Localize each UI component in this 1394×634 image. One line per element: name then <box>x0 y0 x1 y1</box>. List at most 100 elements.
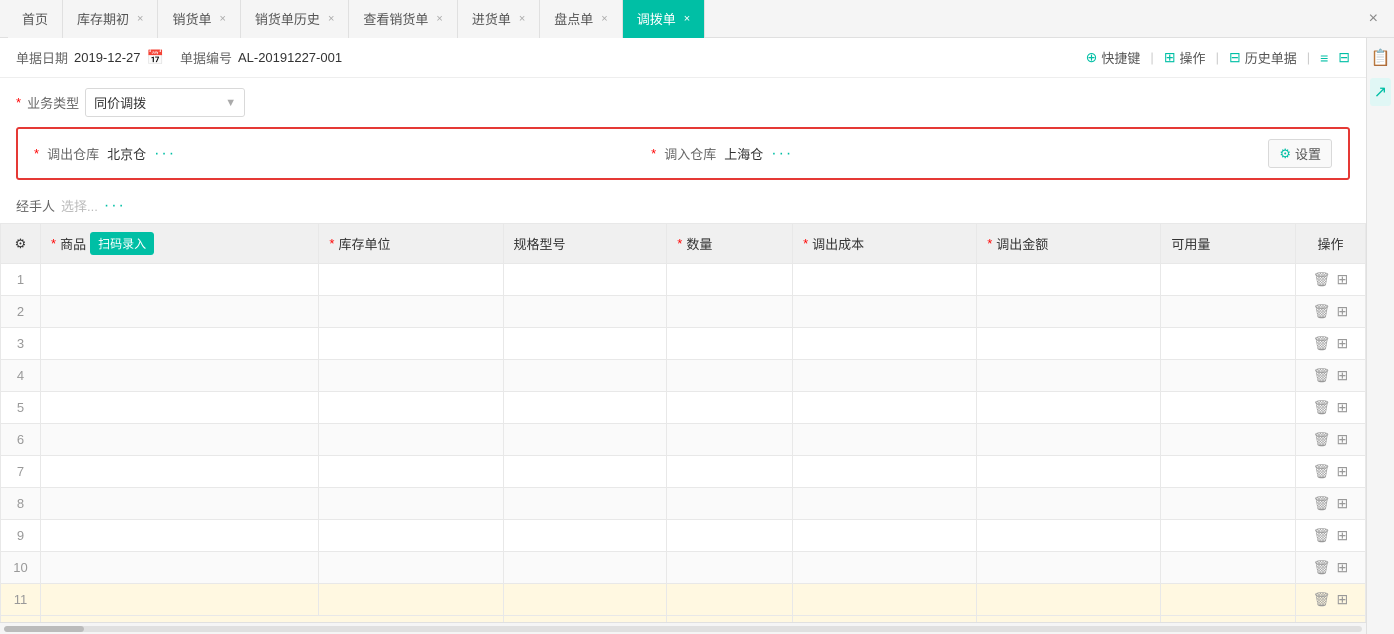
cell-product-11[interactable] <box>41 584 319 616</box>
shortcut-action[interactable]: ⊕ 快捷键 <box>1086 48 1141 67</box>
cell-qty[interactable] <box>667 264 793 296</box>
cell-amount[interactable] <box>977 392 1161 424</box>
delete-icon[interactable]: 🗑 <box>1313 559 1331 575</box>
copy-icon[interactable]: ⊞ <box>1337 495 1349 511</box>
cell-unit[interactable] <box>319 520 503 552</box>
tab-sales-history[interactable]: 销货单历史 × <box>241 0 349 38</box>
cell-spec[interactable] <box>503 264 667 296</box>
scrollbar-thumb[interactable] <box>4 626 84 632</box>
cell-product[interactable] <box>41 488 319 520</box>
delete-icon[interactable]: 🗑 <box>1313 399 1331 415</box>
cell-amount[interactable] <box>977 520 1161 552</box>
tab-inventory-init[interactable]: 库存期初 × <box>63 0 158 38</box>
delete-icon[interactable]: 🗑 <box>1313 367 1331 383</box>
cell-spec-11[interactable] <box>503 584 667 616</box>
window-close-button[interactable]: × <box>1361 10 1386 28</box>
cell-spec[interactable] <box>503 360 667 392</box>
copy-icon[interactable]: ⊞ <box>1337 591 1349 607</box>
list-view-action[interactable]: ≡ <box>1320 50 1328 66</box>
tab-close-sales[interactable]: × <box>219 13 225 25</box>
cell-cost[interactable] <box>793 392 977 424</box>
cell-cost[interactable] <box>793 424 977 456</box>
cell-amount[interactable] <box>977 360 1161 392</box>
copy-icon[interactable]: ⊞ <box>1337 431 1349 447</box>
cell-qty[interactable] <box>667 424 793 456</box>
cell-qty-11[interactable] <box>667 584 793 616</box>
horizontal-scrollbar[interactable] <box>0 622 1366 634</box>
cell-unit[interactable] <box>319 264 503 296</box>
cell-product[interactable] <box>41 360 319 392</box>
delete-icon[interactable]: 🗑 <box>1313 303 1331 319</box>
cell-unit[interactable] <box>319 360 503 392</box>
delete-icon[interactable]: 🗑 <box>1313 431 1331 447</box>
tab-stocktake[interactable]: 盘点单 × <box>540 0 622 38</box>
history-action[interactable]: ⊟ 历史单据 <box>1229 48 1297 67</box>
cell-qty[interactable] <box>667 552 793 584</box>
delete-icon[interactable]: 🗑 <box>1313 463 1331 479</box>
cell-product[interactable] <box>41 456 319 488</box>
cell-spec[interactable] <box>503 392 667 424</box>
delete-icon[interactable]: 🗑 <box>1313 591 1331 607</box>
tab-close-purchase[interactable]: × <box>519 13 525 25</box>
delete-icon[interactable]: 🗑 <box>1313 527 1331 543</box>
cell-spec[interactable] <box>503 424 667 456</box>
cell-unit[interactable] <box>319 456 503 488</box>
cell-qty[interactable] <box>667 488 793 520</box>
transfer-in-more-btn[interactable]: ··· <box>771 145 793 163</box>
sidebar-expand-icon[interactable]: ↗ <box>1370 78 1391 106</box>
operation-action[interactable]: ⊞ 操作 <box>1164 48 1206 67</box>
delete-icon[interactable]: 🗑 <box>1313 495 1331 511</box>
cell-cost[interactable] <box>793 488 977 520</box>
cell-amount-11[interactable] <box>977 584 1161 616</box>
cell-cost[interactable] <box>793 456 977 488</box>
cell-amount[interactable] <box>977 488 1161 520</box>
cell-unit[interactable] <box>319 392 503 424</box>
cell-qty[interactable] <box>667 456 793 488</box>
cell-amount[interactable] <box>977 264 1161 296</box>
copy-icon[interactable]: ⊞ <box>1337 335 1349 351</box>
cell-unit[interactable] <box>319 552 503 584</box>
calendar-icon[interactable]: 📅 <box>147 49 164 66</box>
transfer-out-more-btn[interactable]: ··· <box>154 145 176 163</box>
cell-qty[interactable] <box>667 296 793 328</box>
cell-spec[interactable] <box>503 328 667 360</box>
cell-product[interactable] <box>41 552 319 584</box>
settings-button[interactable]: ⚙ 设置 <box>1268 139 1332 168</box>
cell-cost[interactable] <box>793 360 977 392</box>
tab-view-sales[interactable]: 查看销货单 × <box>349 0 457 38</box>
cell-qty[interactable] <box>667 520 793 552</box>
cell-unit-11[interactable] <box>319 584 503 616</box>
cell-qty[interactable] <box>667 328 793 360</box>
tab-home[interactable]: 首页 <box>8 0 63 38</box>
copy-icon[interactable]: ⊞ <box>1337 527 1349 543</box>
cell-amount[interactable] <box>977 328 1161 360</box>
cell-amount[interactable] <box>977 424 1161 456</box>
copy-icon[interactable]: ⊞ <box>1337 303 1349 319</box>
cell-product[interactable] <box>41 392 319 424</box>
copy-icon[interactable]: ⊞ <box>1337 463 1349 479</box>
tab-close-sales-history[interactable]: × <box>328 13 334 25</box>
cell-unit[interactable] <box>319 328 503 360</box>
cell-product[interactable] <box>41 264 319 296</box>
tab-transfer[interactable]: 调拨单 × <box>623 0 705 38</box>
cell-cost[interactable] <box>793 520 977 552</box>
col-gear[interactable]: ⚙ <box>1 224 41 264</box>
cell-spec[interactable] <box>503 488 667 520</box>
tab-close-view-sales[interactable]: × <box>436 13 442 25</box>
tab-close-transfer[interactable]: × <box>684 13 690 25</box>
grid-view-action[interactable]: ⊟ <box>1338 49 1350 66</box>
cell-amount[interactable] <box>977 552 1161 584</box>
copy-icon[interactable]: ⊞ <box>1337 367 1349 383</box>
cell-cost[interactable] <box>793 296 977 328</box>
copy-icon[interactable]: ⊞ <box>1337 399 1349 415</box>
tab-sales[interactable]: 销货单 × <box>158 0 240 38</box>
business-type-select[interactable]: 同价调拨 ▼ <box>85 88 245 117</box>
cell-amount[interactable] <box>977 456 1161 488</box>
cell-unit[interactable] <box>319 296 503 328</box>
cell-spec[interactable] <box>503 456 667 488</box>
handler-more-btn[interactable]: ··· <box>104 197 126 215</box>
tab-purchase[interactable]: 进货单 × <box>458 0 540 38</box>
cell-spec[interactable] <box>503 520 667 552</box>
cell-unit[interactable] <box>319 424 503 456</box>
cell-spec[interactable] <box>503 296 667 328</box>
